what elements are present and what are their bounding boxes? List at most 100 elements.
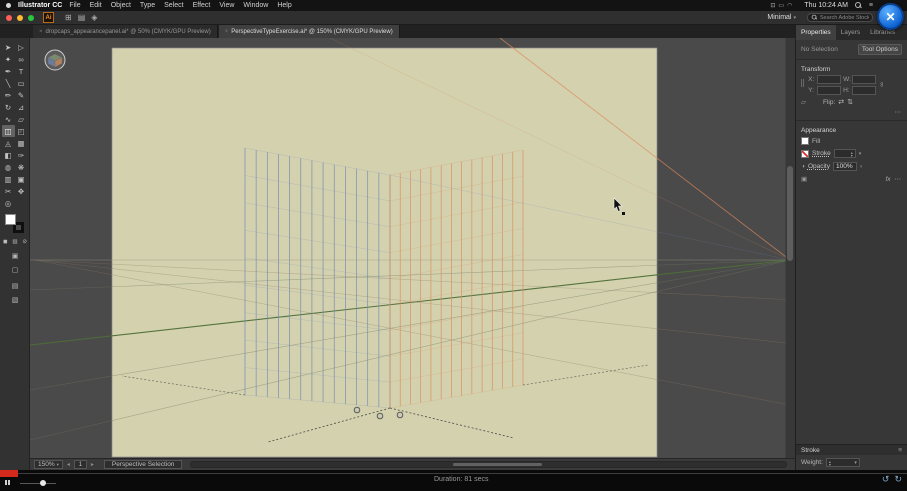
document-tab-active[interactable]: ×PerspectiveTypeExercise.ai* @ 150% (CMY… bbox=[219, 25, 400, 38]
window-minimize-button[interactable] bbox=[17, 15, 23, 21]
panel-menu-icon[interactable]: ≡ bbox=[898, 447, 902, 454]
stroke-link[interactable]: Stroke bbox=[812, 150, 831, 157]
volume-slider-track[interactable] bbox=[20, 483, 56, 484]
fx-effects-icon[interactable]: fx bbox=[885, 176, 890, 183]
stroke-panel-header[interactable]: Stroke ≡ bbox=[796, 444, 907, 455]
stroke-weight-caret-icon[interactable]: ▾ bbox=[859, 151, 862, 157]
spotlight-search-icon[interactable] bbox=[855, 2, 862, 9]
menu-help[interactable]: Help bbox=[277, 2, 291, 9]
edit-toolbar-icon[interactable]: ▤ bbox=[0, 282, 30, 290]
loop-icon[interactable]: ↻ bbox=[894, 474, 902, 485]
menu-clock[interactable]: Thu 10:24 AM bbox=[804, 2, 848, 9]
link-dimensions-icon[interactable]: ∞ bbox=[878, 82, 885, 87]
mesh-tool[interactable]: ▦ bbox=[15, 137, 28, 149]
graph-tool[interactable]: ▥ bbox=[2, 173, 15, 185]
symbol-sprayer-tool[interactable]: ❋ bbox=[15, 161, 28, 173]
weight-combo-box[interactable]: ▴▾▾ bbox=[826, 458, 860, 467]
y-input[interactable] bbox=[817, 86, 841, 95]
none-button[interactable]: ⊘ bbox=[22, 239, 27, 245]
menu-edit[interactable]: Edit bbox=[90, 2, 102, 9]
panel-tab-layers[interactable]: Layers bbox=[836, 25, 866, 40]
type-tool[interactable]: T bbox=[15, 65, 28, 77]
rotate-tool[interactable]: ↻ bbox=[2, 101, 15, 113]
pen-tool[interactable]: ✒ bbox=[2, 65, 15, 77]
paintbrush-tool[interactable]: ✏ bbox=[2, 89, 15, 101]
rectangle-tool[interactable]: ▭ bbox=[15, 77, 28, 89]
tab-close-icon[interactable]: × bbox=[225, 29, 229, 35]
plane-switching-widget[interactable] bbox=[45, 50, 65, 70]
fill-swatch[interactable] bbox=[5, 214, 16, 225]
artboard-tool[interactable]: ▣ bbox=[15, 173, 28, 185]
control-center-icon[interactable]: ≡ bbox=[869, 2, 873, 9]
canvas-area[interactable] bbox=[30, 38, 795, 458]
horizontal-scrollbar-thumb[interactable] bbox=[453, 463, 542, 466]
tab-close-icon[interactable]: × bbox=[39, 29, 43, 35]
collapse-panel-icon[interactable]: ▧ bbox=[0, 296, 30, 304]
transform-more-options-icon[interactable]: ⋯ bbox=[895, 108, 903, 116]
document-setup-icon[interactable]: ▤ bbox=[78, 13, 86, 22]
opacity-value-field[interactable]: 100% bbox=[833, 162, 857, 171]
grid-handle-left[interactable] bbox=[354, 407, 360, 413]
line-segment-tool[interactable]: ╲ bbox=[2, 77, 15, 89]
menu-view[interactable]: View bbox=[219, 2, 234, 9]
width-tool[interactable]: ∿ bbox=[2, 113, 15, 125]
horizontal-scrollbar-track[interactable] bbox=[190, 461, 787, 468]
zoom-tool[interactable]: ◎ bbox=[2, 197, 15, 209]
tool-options-button[interactable]: Tool Options bbox=[858, 44, 902, 55]
layout-grid-icon[interactable]: ⊞ bbox=[65, 13, 72, 22]
opacity-chevron-icon[interactable]: › bbox=[860, 163, 862, 170]
display-icon[interactable]: ⊡ bbox=[770, 3, 775, 9]
wifi-icon[interactable]: ◠ bbox=[787, 3, 792, 9]
draw-mode-button[interactable]: ▣ bbox=[0, 252, 30, 260]
pencil-tool[interactable]: ✎ bbox=[15, 89, 28, 101]
appearance-more-options-icon[interactable]: ⋯ bbox=[895, 175, 903, 183]
color-button[interactable]: ◼ bbox=[3, 239, 8, 245]
magic-wand-tool[interactable]: ✦ bbox=[2, 53, 15, 65]
video-progress-played[interactable] bbox=[0, 470, 18, 477]
replay-icon[interactable]: ↺ bbox=[882, 474, 890, 485]
menu-effect[interactable]: Effect bbox=[193, 2, 211, 9]
flip-vertical-icon[interactable]: ⇅ bbox=[847, 98, 853, 106]
opacity-link[interactable]: Opacity bbox=[808, 163, 830, 170]
stroke-color-swatch[interactable] bbox=[801, 150, 809, 158]
stroke-weight-field[interactable]: ▴▾ bbox=[834, 149, 856, 158]
lasso-tool[interactable]: ∞ bbox=[15, 53, 28, 65]
w-input[interactable] bbox=[852, 75, 876, 84]
fill-color-swatch[interactable] bbox=[801, 137, 809, 145]
menu-file[interactable]: File bbox=[69, 2, 80, 9]
gradient-button[interactable]: ▨ bbox=[12, 239, 17, 245]
gradient-tool[interactable]: ◧ bbox=[2, 149, 15, 161]
artboard-number-field[interactable]: 1 bbox=[74, 460, 87, 469]
adobe-stock-search-input[interactable]: Search Adobe Stock bbox=[807, 13, 873, 22]
menu-window[interactable]: Window bbox=[243, 2, 268, 9]
perspective-grid-tool[interactable]: ◫ bbox=[2, 125, 15, 137]
pause-icon[interactable] bbox=[5, 480, 10, 485]
menu-object[interactable]: Object bbox=[111, 2, 131, 9]
direct-selection-tool[interactable]: ▷ bbox=[15, 41, 28, 53]
hand-tool[interactable]: ✥ bbox=[15, 185, 28, 197]
video-progress-track[interactable] bbox=[18, 473, 907, 474]
grid-handle-origin[interactable] bbox=[377, 413, 383, 419]
battery-icon[interactable]: ▭ bbox=[778, 3, 784, 9]
slice-tool[interactable]: ✂ bbox=[2, 185, 15, 197]
appearance-list-icon[interactable]: ▣ bbox=[801, 175, 807, 183]
menu-select[interactable]: Select bbox=[164, 2, 183, 9]
video-overlay-close-button[interactable]: ✕ bbox=[877, 3, 904, 30]
reference-point-locator[interactable]: ⣿ bbox=[800, 79, 805, 87]
next-artboard-button[interactable]: ▸ bbox=[91, 461, 94, 468]
document-tab[interactable]: ×dropcaps_appearancepanel.ai* @ 50% (CMY… bbox=[33, 25, 218, 38]
app-name-menu[interactable]: Illustrator CC bbox=[18, 2, 62, 9]
artboard[interactable] bbox=[112, 48, 657, 457]
free-transform-tool[interactable]: ▱ bbox=[15, 113, 28, 125]
apple-menu-icon[interactable] bbox=[6, 3, 11, 8]
selection-tool[interactable]: ➤ bbox=[2, 41, 15, 53]
arrange-documents-icon[interactable]: ◈ bbox=[91, 13, 97, 22]
zoom-level-dropdown[interactable]: 150% ▾ bbox=[34, 460, 63, 469]
blend-tool[interactable]: ◍ bbox=[2, 161, 15, 173]
panel-tab-properties[interactable]: Properties bbox=[796, 25, 836, 40]
x-input[interactable] bbox=[817, 75, 841, 84]
menu-type[interactable]: Type bbox=[140, 2, 155, 9]
volume-slider-knob[interactable] bbox=[40, 480, 46, 486]
scale-tool[interactable]: ⊿ bbox=[15, 101, 28, 113]
grid-handle-right[interactable] bbox=[397, 412, 403, 418]
